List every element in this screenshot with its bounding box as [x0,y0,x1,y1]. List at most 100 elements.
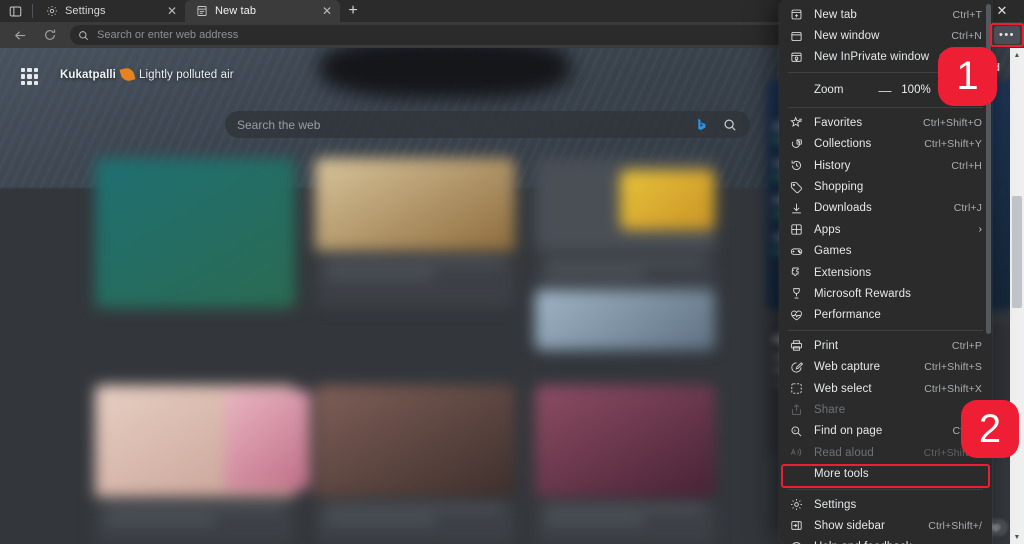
menu-item-label: Settings [814,498,857,511]
annotation-step-1: 1 [938,47,997,106]
svg-text:a: a [794,429,797,433]
menu-item-shortcut: Ctrl+Shift+O [923,116,982,129]
menu-separator [788,488,983,490]
menu-item-shortcut: Ctrl+N [951,30,982,43]
menu-item-label: New tab [814,8,857,21]
close-icon[interactable]: ✕ [165,4,179,18]
menu-item-print[interactable]: Print Ctrl+P [779,335,992,356]
menu-item-shortcut: Ctrl+Shift+X [924,382,982,395]
menu-item-settings[interactable]: Settings [779,494,992,515]
menu-separator [788,330,983,332]
new-window-icon [789,30,804,43]
menu-item-label: Downloads [814,202,872,215]
menu-item-label: Read aloud [814,446,874,459]
page-scrollbar[interactable]: ▲ ▼ [1010,48,1024,544]
games-icon [789,245,804,258]
tab-label: New tab [215,5,257,17]
zoom-label: Zoom [814,84,844,97]
close-icon[interactable]: ✕ [320,4,334,18]
menu-item-new-window[interactable]: New window Ctrl+N [779,25,992,46]
menu-item-help-and-feedback[interactable]: Help and feedback › [779,537,992,544]
menu-item-history[interactable]: History Ctrl+H [779,155,992,176]
menu-item-microsoft-rewards[interactable]: Microsoft Rewards [779,283,992,304]
history-icon [789,159,804,172]
scroll-up-arrow-icon[interactable]: ▲ [1010,48,1024,62]
menu-item-web-select[interactable]: Web select Ctrl+Shift+X [779,378,992,399]
sidebar-icon [789,519,804,532]
feed-card[interactable] [95,158,295,308]
collections-icon [789,138,804,151]
menu-item-favorites[interactable]: Favorites Ctrl+Shift+O [779,112,992,133]
menu-item-web-capture[interactable]: Web capture Ctrl+Shift+S [779,356,992,377]
menu-item-new-tab[interactable]: New tab Ctrl+T [779,4,992,25]
menu-item-downloads[interactable]: Downloads Ctrl+J [779,198,992,219]
download-icon [789,202,804,215]
menu-separator [788,107,983,109]
menu-item-shortcut: Ctrl+Shift+S [924,361,982,374]
feed-card[interactable] [620,170,715,230]
menu-item-performance[interactable]: Performance [779,305,992,326]
menu-item-collections[interactable]: Collections Ctrl+Shift+Y [779,134,992,155]
menu-item-shopping[interactable]: Shopping [779,176,992,197]
menu-item-label: Find on page [814,425,883,438]
menu-item-label: New InPrivate window [814,51,930,64]
feed-card[interactable] [315,385,515,544]
new-tab-icon [789,8,804,21]
menu-item-label: Web capture [814,361,881,374]
menu-item-label: Extensions [814,266,872,279]
gear-icon [45,5,58,18]
web-select-icon [789,382,804,395]
menu-item-label: Collections [814,138,872,151]
menu-item-apps[interactable]: Apps › [779,219,992,240]
weather-widget[interactable]: Kukatpalli Lightly polluted air [60,66,234,83]
tab-label: Settings [65,5,106,17]
scroll-down-arrow-icon[interactable]: ▼ [1010,530,1024,544]
tab-new-tab[interactable]: New tab ✕ [185,0,340,22]
tab-search-icon[interactable] [0,0,30,22]
apps-grid-icon[interactable] [21,68,38,85]
feed-card[interactable] [315,158,515,308]
browser-window: Settings ✕ New tab ✕ + ✕ Search or enter… [0,0,1024,544]
menu-item-label: Favorites [814,116,863,129]
apps-icon [789,223,804,236]
menu-item-extensions[interactable]: Extensions [779,262,992,283]
new-tab-button[interactable]: + [340,0,366,22]
menu-item-label: Print [814,339,839,352]
performance-icon [789,309,804,322]
chevron-right-icon: › [978,224,982,236]
menu-item-label: Shopping [814,181,864,194]
highlight-settings-item [781,464,990,488]
menu-item-shortcut: Ctrl+P [951,339,982,352]
feed-card[interactable] [535,290,715,350]
ntp-search-box[interactable]: Search the web [225,111,750,138]
zoom-out-button[interactable]: — [874,83,896,98]
gear-icon [789,498,804,511]
read-aloud-icon [789,446,804,459]
rewards-icon [789,287,804,300]
feed-card[interactable] [225,390,310,490]
find-icon: a [789,425,804,438]
menu-item-shortcut: Ctrl+J [953,202,982,215]
ntp-search-icon[interactable] [721,116,738,133]
menu-item-label: Performance [814,309,881,322]
more-dots-icon[interactable]: ••• [994,26,1020,44]
menu-item-show-sidebar[interactable]: Show sidebar Ctrl+Shift+/ [779,515,992,536]
menu-item-shortcut: Ctrl+Shift+Y [924,138,982,151]
search-icon [78,30,89,41]
menu-item-games[interactable]: Games [779,241,992,262]
page-icon [195,5,208,18]
weather-location: Kukatpalli [60,68,116,81]
menu-item-label: History [814,159,851,172]
leaf-icon [119,66,136,83]
back-arrow-icon[interactable] [6,24,34,46]
tab-settings[interactable]: Settings ✕ [35,0,185,22]
zoom-value: 100% [901,84,931,97]
feed-card[interactable] [535,385,715,544]
bing-logo-icon[interactable] [694,117,709,132]
annotation-step-2: 2 [961,400,1019,458]
scrollbar-thumb[interactable] [1012,196,1022,308]
tab-divider [32,4,33,18]
menu-item-label: Share [814,403,846,416]
refresh-icon[interactable] [36,24,64,46]
print-icon [789,339,804,352]
